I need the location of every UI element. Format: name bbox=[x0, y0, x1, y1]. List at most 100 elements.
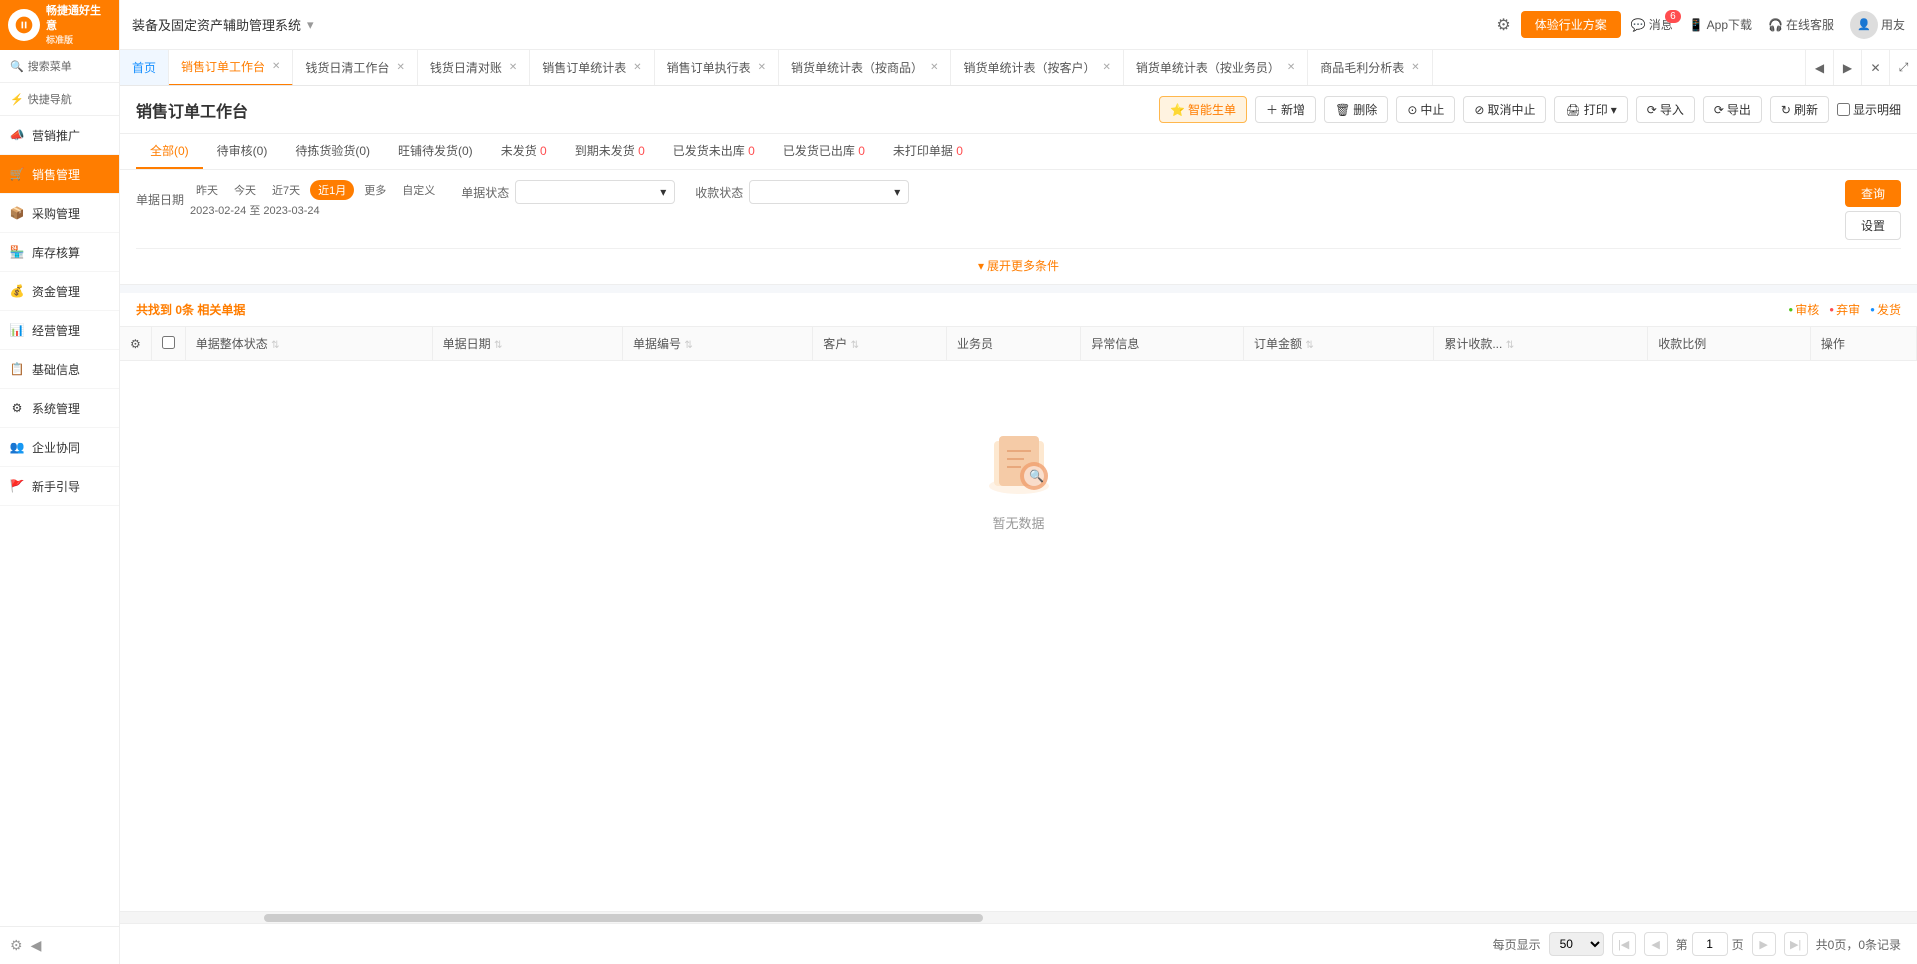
cancel-stop-btn[interactable]: ⊘ 取消中止 bbox=[1463, 96, 1546, 123]
close-sales-stat-product-tab[interactable]: ✕ bbox=[930, 62, 938, 73]
sidebar-item-purchase[interactable]: 📦 采购管理 bbox=[0, 194, 119, 233]
expand-conditions-btn[interactable]: ▾ 展开更多条件 bbox=[978, 257, 1059, 274]
settings-icon[interactable]: ⚙ bbox=[1496, 15, 1510, 35]
sidebar-item-inventory[interactable]: 🏪 库存核算 bbox=[0, 233, 119, 272]
print-btn[interactable]: 🖨 打印 ▾ bbox=[1554, 96, 1627, 123]
first-page-btn[interactable]: |◀ bbox=[1612, 932, 1636, 956]
date-btn-custom[interactable]: 自定义 bbox=[396, 180, 441, 200]
filter-tab-shipped-not-warehoused[interactable]: 已发货未出库 0 bbox=[659, 134, 769, 169]
new-btn[interactable]: ＋ 新增 bbox=[1255, 96, 1316, 123]
show-detail-checkbox[interactable] bbox=[1837, 103, 1850, 116]
filter-tab-pending-inspect[interactable]: 待拣货验货(0) bbox=[281, 134, 384, 169]
filter-tab-not-printed[interactable]: 未打印单据 0 bbox=[879, 134, 977, 169]
tab-next-btn[interactable]: ▶ bbox=[1833, 50, 1861, 86]
date-btn-1month[interactable]: 近1月 bbox=[310, 180, 354, 200]
per-page-select[interactable]: 10 20 50 100 bbox=[1549, 932, 1604, 956]
close-goods-margin-tab[interactable]: ✕ bbox=[1411, 62, 1419, 73]
col-amount[interactable]: 订单金额 ⇅ bbox=[1244, 327, 1434, 361]
sidebar-item-enterprise[interactable]: 👥 企业协同 bbox=[0, 428, 119, 467]
page-input[interactable] bbox=[1692, 932, 1728, 956]
unreviewed-action-btn[interactable]: 弃审 bbox=[1829, 301, 1860, 318]
app-download-btn[interactable]: 📱 App下载 bbox=[1689, 16, 1752, 33]
tab-sales-stats[interactable]: 销售订单统计表 ✕ bbox=[530, 50, 654, 86]
col-status[interactable]: 单据整体状态 ⇅ bbox=[185, 327, 432, 361]
tab-sales-stat-customer[interactable]: 销货单统计表（按客户） ✕ bbox=[951, 50, 1123, 86]
tab-home[interactable]: 首页 bbox=[120, 50, 169, 86]
online-service-btn[interactable]: 🎧 在线客服 bbox=[1768, 16, 1834, 33]
tab-prev-btn[interactable]: ◀ bbox=[1805, 50, 1833, 86]
close-sales-stats-tab[interactable]: ✕ bbox=[633, 62, 641, 73]
sidebar-item-finance[interactable]: 💰 资金管理 bbox=[0, 272, 119, 311]
close-sales-exec-tab[interactable]: ✕ bbox=[758, 62, 766, 73]
date-btn-yesterday[interactable]: 昨天 bbox=[190, 180, 224, 200]
horizontal-scrollbar[interactable] bbox=[120, 911, 1917, 923]
delete-btn[interactable]: 🗑 删除 bbox=[1324, 96, 1388, 123]
scroll-thumb[interactable] bbox=[264, 914, 983, 922]
col-cumulative[interactable]: 累计收款... ⇅ bbox=[1434, 327, 1648, 361]
sidebar-item-guide[interactable]: 🚩 新手引导 bbox=[0, 467, 119, 506]
industry-plan-btn[interactable]: 体验行业方案 bbox=[1521, 11, 1621, 38]
collapse-sidebar-btn[interactable]: ◀ bbox=[31, 937, 42, 954]
sidebar-item-marketing[interactable]: 📣 营销推广 bbox=[0, 116, 119, 155]
filter-shipped-not-warehoused-label: 已发货未出库 bbox=[673, 144, 745, 158]
close-cash-reconcile-tab[interactable]: ✕ bbox=[509, 62, 517, 73]
tab-goods-margin[interactable]: 商品毛利分析表 ✕ bbox=[1308, 50, 1432, 86]
date-btn-more[interactable]: 更多 bbox=[358, 180, 392, 200]
close-sales-stat-customer-tab[interactable]: ✕ bbox=[1102, 62, 1110, 73]
filter-tab-expired-not-shipped[interactable]: 到期未发货 0 bbox=[561, 134, 659, 169]
smart-create-btn[interactable]: ⭐ 智能生单 bbox=[1159, 96, 1247, 123]
tab-sales-exec[interactable]: 销售订单执行表 ✕ bbox=[655, 50, 779, 86]
close-cash-daily-tab[interactable]: ✕ bbox=[396, 62, 404, 73]
filter-tab-not-shipped[interactable]: 未发货 0 bbox=[487, 134, 561, 169]
last-page-btn[interactable]: ▶| bbox=[1784, 932, 1808, 956]
refresh-btn[interactable]: ↻ 刷新 bbox=[1770, 96, 1829, 123]
table-settings-cell[interactable]: ⚙ bbox=[120, 327, 151, 361]
chart-icon: 📊 bbox=[8, 321, 26, 339]
next-page-btn[interactable]: ▶ bbox=[1752, 932, 1776, 956]
tab-cash-daily[interactable]: 钱货日清工作台 ✕ bbox=[293, 50, 417, 86]
show-detail-label[interactable]: 显示明细 bbox=[1837, 101, 1901, 118]
col-date[interactable]: 单据日期 ⇅ bbox=[432, 327, 622, 361]
filter-tab-all[interactable]: 全部(0) bbox=[136, 134, 203, 169]
review-action-btn[interactable]: 审核 bbox=[1788, 301, 1819, 318]
tab-close-all-btn[interactable]: ✕ bbox=[1861, 50, 1889, 86]
sidebar-item-system[interactable]: ⚙ 系统管理 bbox=[0, 389, 119, 428]
filter-tab-shipped-warehoused[interactable]: 已发货已出库 0 bbox=[769, 134, 879, 169]
import-btn[interactable]: ⟳ 导入 bbox=[1636, 96, 1695, 123]
cancel-stop-btn-label: 取消中止 bbox=[1487, 101, 1535, 118]
query-btn[interactable]: 查询 bbox=[1845, 180, 1901, 207]
col-customer[interactable]: 客户 ⇅ bbox=[813, 327, 947, 361]
prev-page-btn[interactable]: ◀ bbox=[1644, 932, 1668, 956]
sidebar-item-operation[interactable]: 📊 经营管理 bbox=[0, 311, 119, 350]
stop-btn[interactable]: ⊙ 中止 bbox=[1396, 96, 1455, 123]
payment-search-field: 收款状态 ▾ bbox=[695, 180, 909, 204]
select-all-checkbox[interactable] bbox=[162, 336, 175, 349]
headset-icon: 🎧 bbox=[1768, 18, 1783, 32]
sidebar-item-quick-nav[interactable]: ⚡ 快捷导航 bbox=[0, 83, 119, 116]
date-btn-today[interactable]: 今天 bbox=[228, 180, 262, 200]
tab-sales-stat-staff[interactable]: 销货单统计表（按业务员） ✕ bbox=[1124, 50, 1308, 86]
user-menu-btn[interactable]: 👤 用友 bbox=[1850, 11, 1905, 39]
tab-sales-workbench[interactable]: 销售订单工作台 ✕ bbox=[169, 50, 293, 86]
sidebar-item-search[interactable]: 🔍 搜索菜单 bbox=[0, 50, 119, 83]
close-sales-workbench-tab[interactable]: ✕ bbox=[272, 61, 280, 72]
settings-bottom-btn[interactable]: ⚙ bbox=[10, 937, 23, 954]
tab-maximize-btn[interactable]: ⤢ bbox=[1889, 50, 1917, 86]
set-btn[interactable]: 设置 bbox=[1845, 211, 1901, 240]
sidebar-item-basic[interactable]: 📋 基础信息 bbox=[0, 350, 119, 389]
tab-cash-reconcile[interactable]: 钱货日清对账 ✕ bbox=[418, 50, 530, 86]
export-btn[interactable]: ⟳ 导出 bbox=[1703, 96, 1762, 123]
table-checkbox-header[interactable] bbox=[151, 327, 185, 361]
date-btn-7days[interactable]: 近7天 bbox=[266, 180, 306, 200]
sidebar-item-sales[interactable]: 🛒 销售管理 bbox=[0, 155, 119, 194]
status-select[interactable]: ▾ bbox=[515, 180, 675, 204]
close-sales-stat-staff-tab[interactable]: ✕ bbox=[1287, 62, 1295, 73]
col-number[interactable]: 单据编号 ⇅ bbox=[622, 327, 812, 361]
tab-sales-stat-product[interactable]: 销货单统计表（按商品） ✕ bbox=[779, 50, 951, 86]
filter-tab-pending-review[interactable]: 待审核(0) bbox=[203, 134, 282, 169]
message-btn[interactable]: 💬 消息 6 bbox=[1631, 16, 1673, 33]
filter-tab-wangpu[interactable]: 旺铺待发货(0) bbox=[384, 134, 487, 169]
system-dropdown-icon[interactable]: ▾ bbox=[307, 17, 314, 33]
ship-action-btn[interactable]: 发货 bbox=[1870, 301, 1901, 318]
payment-select[interactable]: ▾ bbox=[749, 180, 909, 204]
